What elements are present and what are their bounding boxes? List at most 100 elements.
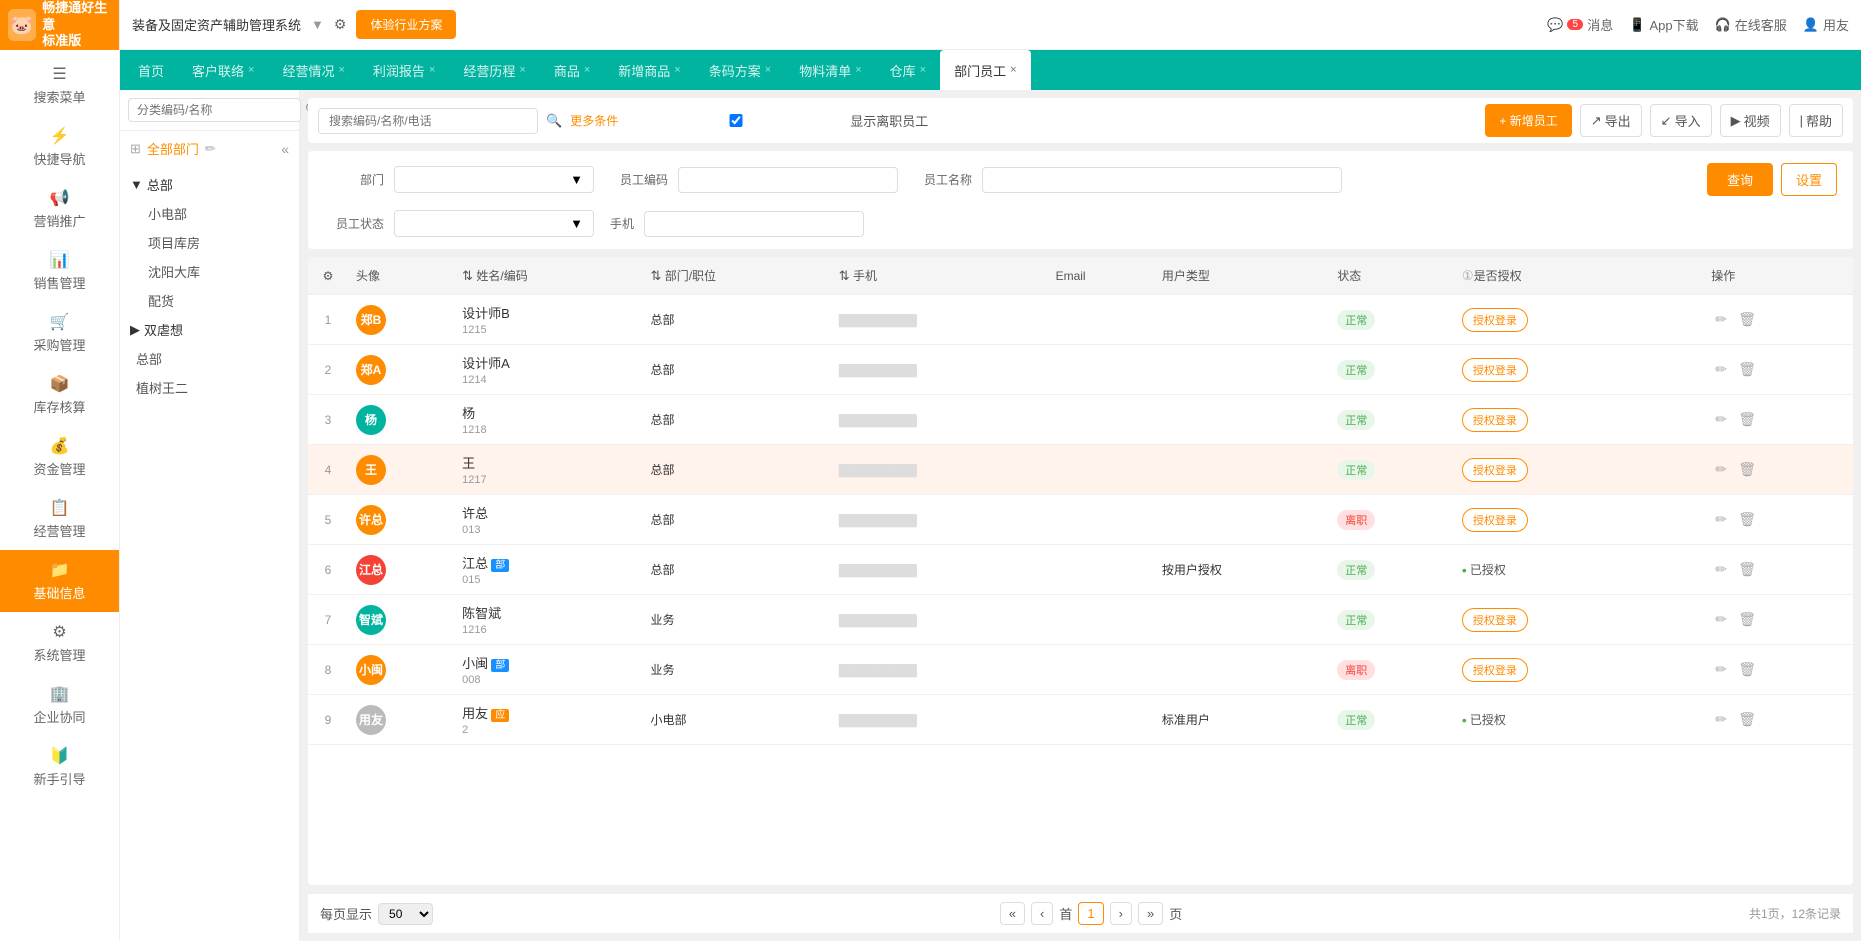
tab-close-icon[interactable]: ×: [429, 64, 435, 76]
show-ex-label[interactable]: 显示离职员工: [626, 111, 928, 130]
sidebar-item-stock[interactable]: 📦 库存核算: [0, 364, 119, 426]
tab-close-icon[interactable]: ×: [519, 64, 525, 76]
delete-button[interactable]: 🗑: [1734, 559, 1760, 580]
tree-item[interactable]: 项目库房: [120, 228, 299, 257]
tab-close-icon[interactable]: ×: [920, 64, 926, 76]
auth-login-button[interactable]: 授权登录: [1462, 408, 1528, 432]
edit-button[interactable]: ✏: [1711, 309, 1731, 330]
delete-button[interactable]: 🗑: [1734, 609, 1760, 630]
tree-item[interactable]: 配货: [120, 286, 299, 315]
tree-search-input[interactable]: [128, 98, 301, 122]
video-button[interactable]: ▶ 视频: [1720, 104, 1781, 137]
tab-customer[interactable]: 客户联络 ×: [178, 50, 268, 90]
trial-button[interactable]: 体验行业方案: [356, 10, 456, 39]
sidebar-item-sales[interactable]: 📊 销售管理: [0, 240, 119, 302]
tree-collapse-icon[interactable]: «: [281, 141, 289, 157]
th-name[interactable]: ⇅ 姓名/编码: [454, 257, 642, 295]
employee-code-input[interactable]: [678, 167, 898, 193]
last-page-button[interactable]: »: [1138, 902, 1163, 925]
tab-department-employee[interactable]: 部门员工 ×: [940, 50, 1030, 90]
tab-close-icon[interactable]: ×: [248, 64, 254, 76]
tab-add-goods[interactable]: 新增商品 ×: [604, 50, 694, 90]
delete-button[interactable]: 🗑: [1734, 459, 1760, 480]
tree-item[interactable]: ▼ 总部: [120, 170, 299, 199]
search-icon[interactable]: 🔍: [546, 113, 562, 129]
prev-page-button[interactable]: ‹: [1031, 902, 1053, 925]
dept-select[interactable]: ▼: [394, 166, 594, 193]
tab-goods[interactable]: 商品 ×: [540, 50, 604, 90]
edit-button[interactable]: ✏: [1711, 659, 1731, 680]
auth-login-button[interactable]: 授权登录: [1462, 608, 1528, 632]
sidebar-item-basic[interactable]: 📁 基础信息: [0, 550, 119, 612]
sidebar-item-marketing[interactable]: 📢 营销推广: [0, 178, 119, 240]
app-download-item[interactable]: 📱 App下载: [1629, 15, 1698, 34]
edit-button[interactable]: ✏: [1711, 359, 1731, 380]
tab-home[interactable]: 首页: [124, 50, 178, 90]
next-page-button[interactable]: ›: [1110, 902, 1132, 925]
tree-item[interactable]: ▶ 双虐想: [120, 315, 299, 344]
edit-button[interactable]: ✏: [1711, 459, 1731, 480]
delete-button[interactable]: 🗑: [1734, 309, 1760, 330]
tab-close-icon[interactable]: ×: [765, 64, 771, 76]
auth-login-button[interactable]: 授权登录: [1462, 508, 1528, 532]
th-dept[interactable]: ⇅ 部门/职位: [642, 257, 830, 295]
tab-barcode[interactable]: 条码方案 ×: [695, 50, 785, 90]
tree-item[interactable]: 总部: [120, 344, 299, 373]
tab-close-icon[interactable]: ×: [1010, 64, 1016, 76]
delete-button[interactable]: 🗑: [1734, 709, 1760, 730]
auth-login-button[interactable]: 授权登录: [1462, 358, 1528, 382]
sidebar-item-purchase[interactable]: 🛒 采购管理: [0, 302, 119, 364]
auth-login-button[interactable]: 授权登录: [1462, 458, 1528, 482]
edit-button[interactable]: ✏: [1711, 509, 1731, 530]
topbar-gear-icon[interactable]: ⚙: [334, 16, 347, 33]
message-item[interactable]: 💬 5 消息: [1547, 15, 1613, 34]
delete-button[interactable]: 🗑: [1734, 409, 1760, 430]
query-button[interactable]: 查询: [1707, 163, 1773, 196]
sidebar-item-shortcut[interactable]: ⚡ 快捷导航: [0, 116, 119, 178]
sidebar-item-finance[interactable]: 💰 资金管理: [0, 426, 119, 488]
tab-history[interactable]: 经营历程 ×: [449, 50, 539, 90]
tab-bom[interactable]: 物料清单 ×: [785, 50, 875, 90]
edit-button[interactable]: ✏: [1711, 409, 1731, 430]
help-button[interactable]: | 帮助: [1789, 104, 1843, 137]
edit-button[interactable]: ✏: [1711, 609, 1731, 630]
tab-operation-status[interactable]: 经营情况 ×: [268, 50, 358, 90]
employee-status-select[interactable]: ▼: [394, 210, 594, 237]
phone-input[interactable]: [644, 211, 864, 237]
sidebar-item-system[interactable]: ⚙ 系统管理: [0, 612, 119, 674]
auth-login-button[interactable]: 授权登录: [1462, 658, 1528, 682]
export-button[interactable]: ↗ 导出: [1580, 104, 1642, 137]
add-employee-button[interactable]: + 新增员工: [1485, 104, 1571, 137]
more-conditions-btn[interactable]: 更多条件: [570, 112, 618, 129]
sidebar-item-operation[interactable]: 📋 经营管理: [0, 488, 119, 550]
tab-close-icon[interactable]: ×: [674, 64, 680, 76]
delete-button[interactable]: 🗑: [1734, 359, 1760, 380]
user-item[interactable]: 👤 用友: [1803, 15, 1849, 34]
tree-item[interactable]: 植树王二: [120, 373, 299, 402]
employee-name-input[interactable]: [982, 167, 1342, 193]
sidebar-item-enterprise[interactable]: 🏢 企业协同: [0, 674, 119, 736]
show-ex-checkbox[interactable]: [626, 114, 846, 127]
edit-button[interactable]: ✏: [1711, 559, 1731, 580]
auth-login-button[interactable]: 授权登录: [1462, 308, 1528, 332]
tree-item[interactable]: 沈阳大库: [120, 257, 299, 286]
delete-button[interactable]: 🗑: [1734, 659, 1760, 680]
tab-close-icon[interactable]: ×: [855, 64, 861, 76]
sidebar-item-search[interactable]: ☰ 搜索菜单: [0, 54, 119, 116]
online-service-item[interactable]: 🎧 在线客服: [1715, 15, 1787, 34]
tree-edit-icon[interactable]: ✏: [205, 141, 216, 157]
edit-button[interactable]: ✏: [1711, 709, 1731, 730]
th-phone[interactable]: ⇅ 手机: [831, 257, 1048, 295]
settings-button[interactable]: 设置: [1781, 163, 1837, 196]
tab-close-icon[interactable]: ×: [584, 64, 590, 76]
import-button[interactable]: ↙ 导入: [1650, 104, 1712, 137]
tab-close-icon[interactable]: ×: [338, 64, 344, 76]
tree-item[interactable]: 小电部: [120, 199, 299, 228]
page-size-select[interactable]: 20 50 100: [378, 903, 433, 925]
search-input[interactable]: [318, 108, 538, 134]
tab-profit[interactable]: 利润报告 ×: [359, 50, 449, 90]
sidebar-item-guide[interactable]: 🔰 新手引导: [0, 736, 119, 798]
delete-button[interactable]: 🗑: [1734, 509, 1760, 530]
first-page-button[interactable]: «: [1000, 902, 1025, 925]
tab-warehouse[interactable]: 仓库 ×: [876, 50, 940, 90]
